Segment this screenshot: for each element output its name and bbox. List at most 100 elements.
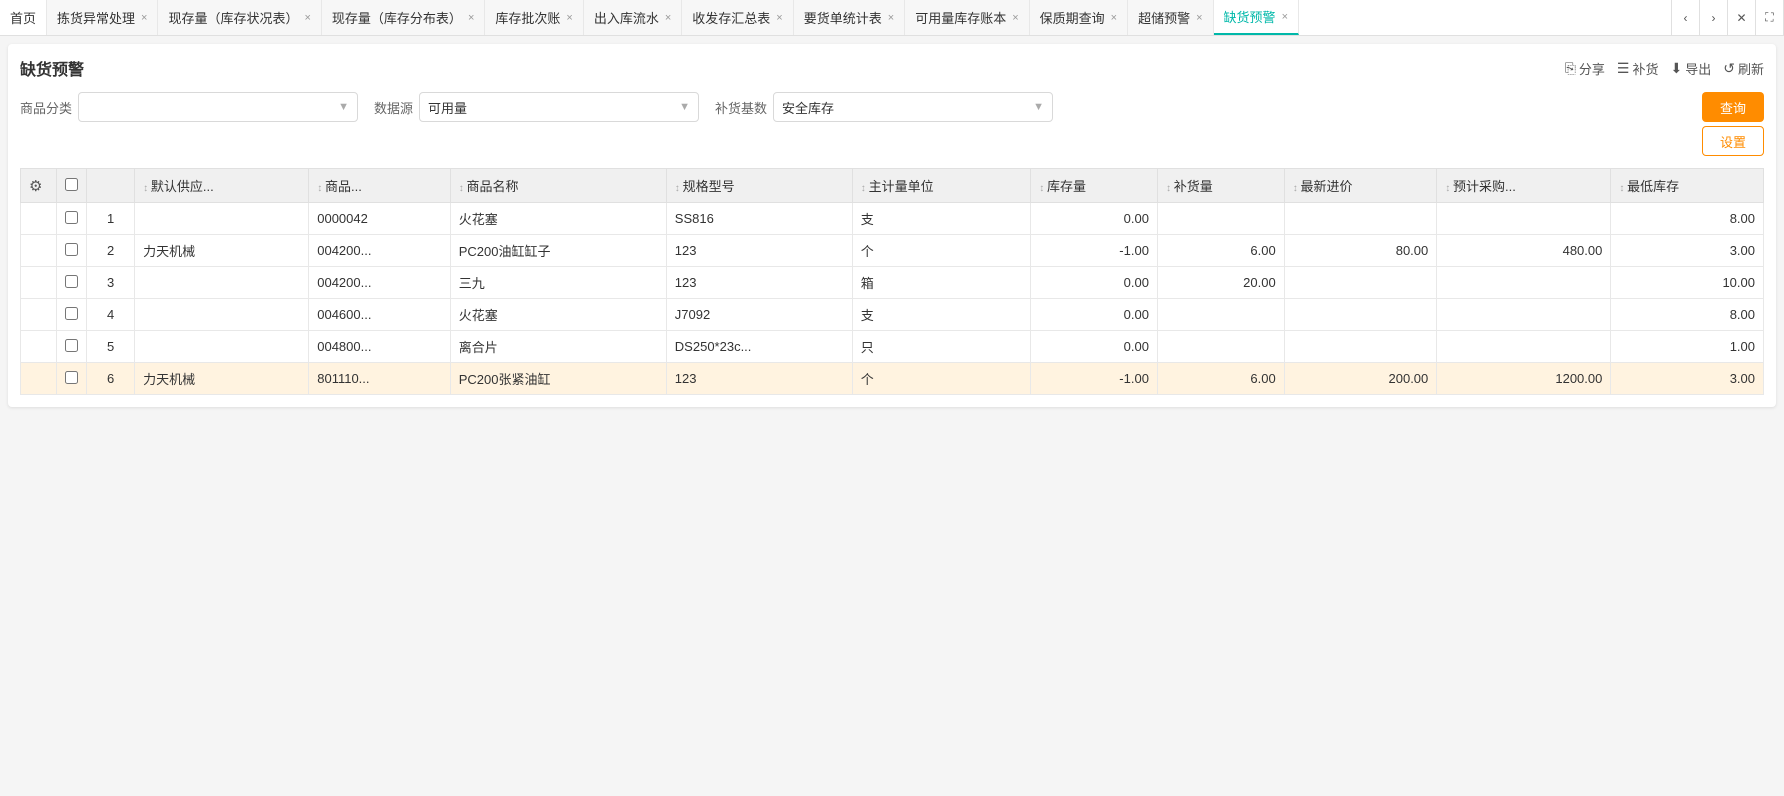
row-checkbox-cell[interactable] [57, 331, 87, 363]
row-latest-price [1284, 267, 1437, 299]
export-label: 导出 [1685, 59, 1711, 78]
query-button[interactable]: 查询 [1702, 92, 1764, 122]
row-unit: 个 [852, 363, 1030, 395]
th-checkbox[interactable] [57, 169, 87, 203]
row-checkbox[interactable] [65, 243, 78, 256]
tab-shortage[interactable]: 缺货预警 × [1214, 0, 1299, 35]
share-label: 分享 [1579, 59, 1605, 78]
th-stock[interactable]: 库存量 [1031, 169, 1158, 203]
th-supplier[interactable]: 默认供应... [135, 169, 309, 203]
tab-overstock-label: 超储预警 [1138, 8, 1190, 27]
th-product-name[interactable]: 商品名称 [450, 169, 666, 203]
tab-summary[interactable]: 收发存汇总表 × [682, 0, 793, 35]
refresh-button[interactable]: ↺ 刷新 [1723, 59, 1764, 78]
tab-shortage-close[interactable]: × [1282, 11, 1288, 23]
row-checkbox[interactable] [65, 275, 78, 288]
tab-scroll-left[interactable]: ‹ [1672, 0, 1700, 35]
row-unit: 箱 [852, 267, 1030, 299]
share-button[interactable]: ⎘ 分享 [1565, 59, 1605, 78]
replenish-base-filter-group: 补货基数 安全库存 ▼ [715, 92, 1053, 122]
row-stock: 0.00 [1031, 203, 1158, 235]
row-checkbox-cell[interactable] [57, 203, 87, 235]
th-estimated-purchase[interactable]: 预计采购... [1437, 169, 1611, 203]
datasource-label: 数据源 [374, 98, 413, 117]
th-latest-price[interactable]: 最新进价 [1284, 169, 1437, 203]
row-checkbox-cell[interactable] [57, 363, 87, 395]
row-product-name: PC200张紧油缸 [450, 363, 666, 395]
row-product-code: 004600... [309, 299, 451, 331]
settings-button[interactable]: 设置 [1702, 126, 1764, 156]
tab-picking-close[interactable]: × [141, 12, 147, 24]
tab-expiry-close[interactable]: × [1111, 12, 1117, 24]
tab-flow-label: 出入库流水 [594, 8, 659, 27]
row-checkbox-cell[interactable] [57, 235, 87, 267]
tab-expiry-label: 保质期查询 [1040, 8, 1105, 27]
row-spec: DS250*23c... [666, 331, 852, 363]
row-num: 3 [87, 267, 135, 299]
tab-picking-label: 拣货异常处理 [57, 8, 135, 27]
tab-available[interactable]: 可用量库存账本 × [905, 0, 1029, 35]
tab-flow-close[interactable]: × [665, 12, 671, 24]
row-checkbox[interactable] [65, 339, 78, 352]
row-gear-cell [21, 267, 57, 299]
tab-stock-status[interactable]: 现存量（库存状况表） × [158, 0, 321, 35]
tab-stock-dist-close[interactable]: × [468, 12, 474, 24]
row-gear-cell [21, 235, 57, 267]
th-min-stock[interactable]: 最低库存 [1611, 169, 1764, 203]
tab-available-close[interactable]: × [1012, 12, 1018, 24]
row-product-name: 离合片 [450, 331, 666, 363]
th-spec[interactable]: 规格型号 [666, 169, 852, 203]
row-checkbox[interactable] [65, 211, 78, 224]
row-checkbox-cell[interactable] [57, 299, 87, 331]
row-checkbox-cell[interactable] [57, 267, 87, 299]
tab-stock-status-close[interactable]: × [304, 12, 310, 24]
tab-overstock[interactable]: 超储预警 × [1128, 0, 1213, 35]
tab-flow[interactable]: 出入库流水 × [584, 0, 682, 35]
th-gear[interactable]: ⚙ [21, 169, 57, 203]
row-gear-cell [21, 203, 57, 235]
tab-fullscreen[interactable]: ⛶ [1756, 0, 1784, 35]
tab-expiry[interactable]: 保质期查询 × [1030, 0, 1128, 35]
row-replenish-qty [1157, 331, 1284, 363]
tab-stock-dist[interactable]: 现存量（库存分布表） × [322, 0, 485, 35]
row-spec: SS816 [666, 203, 852, 235]
tab-close-current[interactable]: ✕ [1728, 0, 1756, 35]
row-supplier: 力天机械 [135, 363, 309, 395]
row-product-name: 三九 [450, 267, 666, 299]
tab-picking[interactable]: 拣货异常处理 × [47, 0, 158, 35]
datasource-arrow-icon: ▼ [679, 101, 690, 113]
select-all-checkbox[interactable] [65, 178, 78, 191]
th-unit[interactable]: 主计量单位 [852, 169, 1030, 203]
row-checkbox[interactable] [65, 307, 78, 320]
th-replenish-qty[interactable]: 补货量 [1157, 169, 1284, 203]
tab-scroll-right[interactable]: › [1700, 0, 1728, 35]
row-estimated-purchase: 480.00 [1437, 235, 1611, 267]
export-button[interactable]: ⬇ 导出 [1671, 59, 1712, 78]
data-table: ⚙ 默认供应... 商品... 商品名称 规格型号 主计量单位 库存量 补货量 … [20, 168, 1764, 395]
tab-batch-close[interactable]: × [566, 12, 572, 24]
row-num: 6 [87, 363, 135, 395]
replenish-base-select[interactable]: 安全库存 ▼ [773, 92, 1053, 122]
row-unit: 支 [852, 203, 1030, 235]
row-replenish-qty [1157, 299, 1284, 331]
table-row: 2 力天机械 004200... PC200油缸缸子 123 个 -1.00 6… [21, 235, 1764, 267]
tab-demand-close[interactable]: × [888, 12, 894, 24]
tab-home[interactable]: 首页 [0, 0, 47, 35]
row-spec: 123 [666, 363, 852, 395]
replenish-button[interactable]: ☰ 补货 [1617, 59, 1659, 78]
tab-batch[interactable]: 库存批次账 × [485, 0, 583, 35]
datasource-select[interactable]: 可用量 ▼ [419, 92, 699, 122]
share-icon: ⎘ [1565, 60, 1576, 77]
tab-overstock-close[interactable]: × [1196, 12, 1202, 24]
row-spec: 123 [666, 235, 852, 267]
th-product-code[interactable]: 商品... [309, 169, 451, 203]
row-checkbox[interactable] [65, 371, 78, 384]
tab-demand[interactable]: 要货单统计表 × [794, 0, 905, 35]
category-select[interactable]: ▼ [78, 92, 358, 122]
page-container: 缺货预警 ⎘ 分享 ☰ 补货 ⬇ 导出 ↺ 刷新 商品分类 [8, 44, 1776, 407]
gear-settings-icon[interactable]: ⚙ [29, 178, 42, 195]
tab-summary-close[interactable]: × [776, 12, 782, 24]
action-buttons: 查询 设置 [1702, 92, 1764, 156]
row-replenish-qty: 20.00 [1157, 267, 1284, 299]
row-spec: 123 [666, 267, 852, 299]
